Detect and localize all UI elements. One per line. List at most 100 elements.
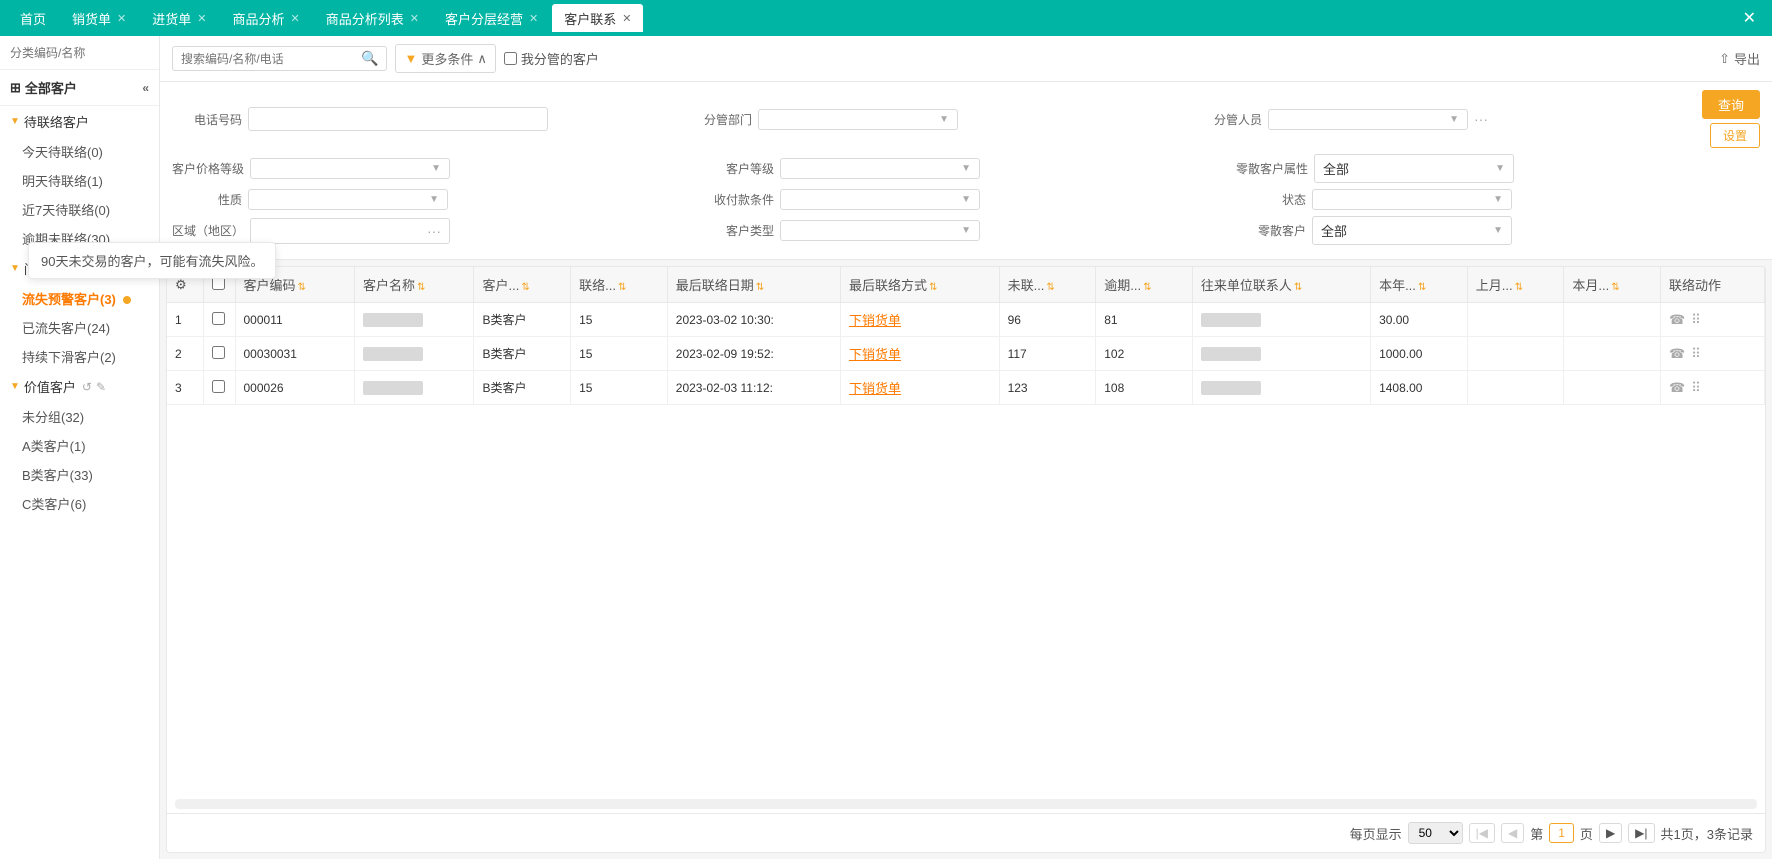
my-customers-checkbox-label[interactable]: 我分管的客户 bbox=[504, 49, 599, 68]
search-input-wrap: 🔍 bbox=[172, 46, 387, 71]
sidebar-group-value[interactable]: ▼ 价值客户 ↺ ✎ bbox=[0, 371, 159, 402]
td-checkbox-1[interactable] bbox=[203, 337, 235, 371]
filter-payment: 收付款条件 ▼ bbox=[704, 189, 1228, 210]
th-last-date[interactable]: 最后联络日期⇅ bbox=[667, 267, 840, 303]
page-prev-btn[interactable]: ◀ bbox=[1501, 823, 1524, 843]
zero-customer-select[interactable]: 全部 ▼ bbox=[1312, 216, 1512, 245]
tab-product-list[interactable]: 商品分析列表 ✕ bbox=[314, 4, 431, 32]
th-customer-type[interactable]: 客户...⇅ bbox=[474, 267, 571, 303]
contact-icon-0[interactable]: ☎ bbox=[1669, 312, 1685, 328]
page-last-btn[interactable]: ▶| bbox=[1628, 823, 1654, 843]
tab-customer-contact[interactable]: 客户联系 ✕ bbox=[552, 4, 643, 32]
td-action-1[interactable]: ☎⠿ bbox=[1661, 337, 1765, 371]
tab-close-customer-contact[interactable]: ✕ bbox=[622, 12, 631, 25]
staff-select[interactable]: ▼ bbox=[1268, 109, 1468, 130]
table-wrap[interactable]: ⚙ 客户编码⇅ 客户名称⇅ 客户...⇅ 联络...⇅ 最后联络日期⇅ 最后联络… bbox=[167, 267, 1765, 795]
more-action-icon-2[interactable]: ⠿ bbox=[1691, 380, 1701, 396]
page-first-btn[interactable]: |◀ bbox=[1469, 823, 1495, 843]
more-action-icon-0[interactable]: ⠿ bbox=[1691, 312, 1701, 328]
window-close-btn[interactable]: ✕ bbox=[1735, 8, 1764, 28]
th-this-year[interactable]: 本年...⇅ bbox=[1371, 267, 1468, 303]
sidebar-item-unclassified[interactable]: 未分组(32) bbox=[0, 402, 159, 431]
sidebar-item-churn-warning[interactable]: 流失预警客户(3) bbox=[0, 284, 159, 313]
page-next-btn[interactable]: ▶ bbox=[1599, 823, 1622, 843]
td-code-2: 000026 bbox=[235, 371, 354, 405]
my-customers-checkbox[interactable] bbox=[504, 52, 517, 65]
sidebar-item-class-b[interactable]: B类客户(33) bbox=[0, 460, 159, 489]
tab-close-product-list[interactable]: ✕ bbox=[410, 12, 419, 25]
table-row: 1 000011 B类客户 15 2023-03-02 10:30: 下销货单 … bbox=[167, 303, 1765, 337]
td-last-method-1[interactable]: 下销货单 bbox=[840, 337, 999, 371]
sidebar-item-churned[interactable]: 已流失客户(24) bbox=[0, 313, 159, 342]
horizontal-scrollbar[interactable] bbox=[175, 799, 1757, 809]
tab-close-customer-tier[interactable]: ✕ bbox=[529, 12, 538, 25]
sidebar-item-tomorrow[interactable]: 明天待联络(1) bbox=[0, 166, 159, 195]
filter-arrow: ∧ bbox=[477, 51, 487, 67]
tab-close-sales[interactable]: ✕ bbox=[117, 12, 126, 25]
export-btn[interactable]: ⇧ 导出 bbox=[1719, 49, 1760, 68]
tab-close-product-analysis[interactable]: ✕ bbox=[291, 12, 300, 25]
sort-icon-unit: ⇅ bbox=[1294, 282, 1302, 293]
tab-home[interactable]: 首页 bbox=[8, 4, 58, 32]
search-input[interactable] bbox=[181, 52, 361, 66]
page-current: 1 bbox=[1549, 823, 1574, 843]
td-last-method-2[interactable]: 下销货单 bbox=[840, 371, 999, 405]
edit-icon[interactable]: ✎ bbox=[96, 380, 106, 394]
sidebar-item-declining[interactable]: 持续下滑客户(2) bbox=[0, 342, 159, 371]
td-action-0[interactable]: ☎⠿ bbox=[1661, 303, 1765, 337]
th-overdue[interactable]: 逾期...⇅ bbox=[1096, 267, 1193, 303]
more-action-icon-1[interactable]: ⠿ bbox=[1691, 346, 1701, 362]
area-more[interactable]: ··· bbox=[427, 223, 441, 239]
th-contacts[interactable]: 联络...⇅ bbox=[571, 267, 668, 303]
sidebar-all-customers[interactable]: ⊞ 全部客户 « bbox=[0, 70, 159, 106]
export-icon: ⇧ bbox=[1719, 51, 1730, 67]
td-action-2[interactable]: ☎⠿ bbox=[1661, 371, 1765, 405]
query-btn[interactable]: 查询 bbox=[1702, 90, 1760, 119]
sidebar-item-today[interactable]: 今天待联络(0) bbox=[0, 137, 159, 166]
search-btn[interactable]: 🔍 bbox=[361, 50, 378, 67]
th-unit-contact[interactable]: 往来单位联系人⇅ bbox=[1192, 267, 1370, 303]
sidebar-collapse-icon[interactable]: « bbox=[142, 81, 149, 95]
price-level-select[interactable]: ▼ bbox=[250, 158, 450, 179]
sidebar-item-7days[interactable]: 近7天待联络(0) bbox=[0, 195, 159, 224]
status-arrow: ▼ bbox=[1493, 194, 1503, 205]
filter-row-1: 电话号码 分管部门 ▼ 分管人员 ▼ ··· bbox=[172, 90, 1760, 148]
payment-select[interactable]: ▼ bbox=[780, 189, 980, 210]
contact-icon-2[interactable]: ☎ bbox=[1669, 380, 1685, 396]
zero-attr-select[interactable]: 全部 ▼ bbox=[1314, 154, 1514, 183]
nature-select[interactable]: ▼ bbox=[248, 189, 448, 210]
th-this-month[interactable]: 本月...⇅ bbox=[1564, 267, 1661, 303]
phone-input[interactable] bbox=[248, 107, 548, 131]
td-checkbox-2[interactable] bbox=[203, 371, 235, 405]
td-checkbox-0[interactable] bbox=[203, 303, 235, 337]
td-no-contact-1: 117 bbox=[999, 337, 1096, 371]
staff-more[interactable]: ··· bbox=[1474, 111, 1488, 127]
sidebar-search-input[interactable] bbox=[10, 46, 160, 60]
setting-btn[interactable]: 设置 bbox=[1710, 123, 1760, 148]
sidebar-group-pending[interactable]: ▼ 待联络客户 bbox=[0, 106, 159, 137]
contact-icon-1[interactable]: ☎ bbox=[1669, 346, 1685, 362]
tab-product-analysis[interactable]: 商品分析 ✕ bbox=[220, 4, 311, 32]
tab-customer-tier[interactable]: 客户分层经营 ✕ bbox=[433, 4, 550, 32]
area-select[interactable]: ··· bbox=[250, 218, 450, 244]
tab-close-purchase[interactable]: ✕ bbox=[197, 12, 206, 25]
th-no-contact[interactable]: 未联...⇅ bbox=[999, 267, 1096, 303]
th-last-month[interactable]: 上月...⇅ bbox=[1467, 267, 1564, 303]
status-select[interactable]: ▼ bbox=[1312, 189, 1512, 210]
th-last-method[interactable]: 最后联络方式⇅ bbox=[840, 267, 999, 303]
page-size-select[interactable]: 50 20 100 bbox=[1408, 822, 1463, 844]
sidebar-item-class-a[interactable]: A类客户(1) bbox=[0, 431, 159, 460]
sort-icon-this-year: ⇅ bbox=[1418, 282, 1426, 293]
more-filter-btn[interactable]: ▼ 更多条件 ∧ bbox=[395, 44, 495, 73]
refresh-icon[interactable]: ↺ bbox=[82, 380, 92, 394]
customer-level-select[interactable]: ▼ bbox=[780, 158, 980, 179]
dept-select[interactable]: ▼ bbox=[758, 109, 958, 130]
sidebar-item-class-c[interactable]: C类客户(6) bbox=[0, 489, 159, 518]
tab-bar: 首页 销货单 ✕ 进货单 ✕ 商品分析 ✕ 商品分析列表 ✕ 客户分层经营 ✕ … bbox=[0, 0, 1772, 36]
th-name[interactable]: 客户名称⇅ bbox=[354, 267, 473, 303]
tab-purchase[interactable]: 进货单 ✕ bbox=[140, 4, 218, 32]
td-last-method-0[interactable]: 下销货单 bbox=[840, 303, 999, 337]
tab-sales[interactable]: 销货单 ✕ bbox=[60, 4, 138, 32]
customer-type-select[interactable]: ▼ bbox=[780, 220, 980, 241]
dept-select-arrow: ▼ bbox=[939, 114, 949, 125]
